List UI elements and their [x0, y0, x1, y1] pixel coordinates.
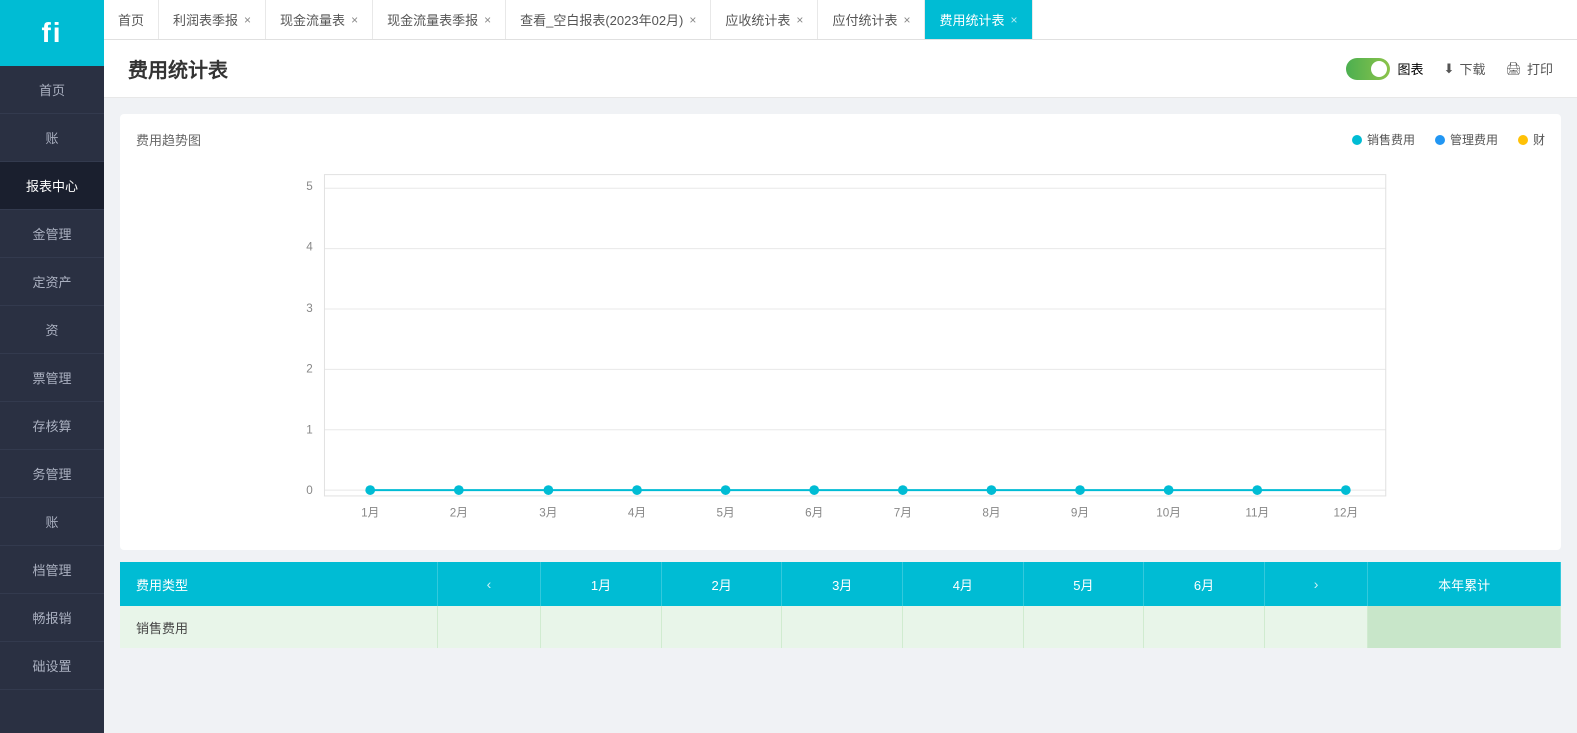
page-content: 费用统计表 图表 ⬇ 下载 🖨 打印 费用趋势图	[104, 40, 1577, 733]
row-cell-cumulative	[1368, 606, 1561, 648]
sidebar-logo: fi	[0, 0, 104, 66]
svg-text:12月: 12月	[1334, 506, 1359, 519]
table-section: 费用类型 ‹ 1月 2月 3月 4月 5月 6月 ›	[120, 562, 1561, 648]
svg-text:7月: 7月	[894, 506, 912, 519]
col-type: 费用类型	[120, 562, 437, 606]
legend-dot-admin	[1435, 135, 1445, 145]
header-actions: 图表 ⬇ 下载 🖨 打印	[1346, 58, 1553, 80]
row-type-sales: 销售费用	[120, 606, 437, 648]
tab-cashflow[interactable]: 现金流量表 ×	[266, 0, 373, 39]
tab-close-blank[interactable]: ×	[689, 13, 696, 27]
download-icon: ⬇	[1444, 61, 1455, 77]
sidebar-item-assets[interactable]: 定资产	[0, 258, 104, 306]
svg-text:5月: 5月	[717, 506, 735, 519]
tab-home[interactable]: 首页	[104, 0, 159, 39]
svg-text:10月: 10月	[1156, 506, 1181, 519]
svg-text:4: 4	[306, 241, 313, 254]
legend-dot-sales	[1352, 135, 1362, 145]
sidebar-item-inventory[interactable]: 存核算	[0, 402, 104, 450]
sidebar-item-service[interactable]: 务管理	[0, 450, 104, 498]
svg-text:8月: 8月	[982, 506, 1000, 519]
row-cell-m5	[1023, 606, 1144, 648]
svg-text:3月: 3月	[539, 506, 557, 519]
svg-text:4月: 4月	[628, 506, 646, 519]
print-button[interactable]: 🖨 打印	[1505, 59, 1553, 78]
tab-close-cashflow-q[interactable]: ×	[484, 13, 491, 27]
page-header: 费用统计表 图表 ⬇ 下载 🖨 打印	[104, 40, 1577, 98]
tab-close-payable[interactable]: ×	[903, 13, 910, 27]
legend-label-sales: 销售费用	[1367, 131, 1415, 148]
svg-text:9月: 9月	[1071, 506, 1089, 519]
sidebar-item-archive[interactable]: 档管理	[0, 546, 104, 594]
col-cumulative: 本年累计	[1368, 562, 1561, 606]
col-month-6: 6月	[1144, 562, 1265, 606]
sidebar-item-ledger[interactable]: 账	[0, 498, 104, 546]
col-month-4: 4月	[903, 562, 1024, 606]
page-title: 费用统计表	[128, 54, 228, 83]
row-cell-m1	[541, 606, 662, 648]
svg-text:6月: 6月	[805, 506, 823, 519]
svg-text:3: 3	[306, 302, 313, 315]
tab-payable[interactable]: 应付统计表 ×	[818, 0, 925, 39]
sidebar: fi 首页 账 报表中心 金管理 定资产 资 票管理 存核算 务管理 账 档管理…	[0, 0, 104, 733]
row-cell-m4	[903, 606, 1024, 648]
chart-toggle-label: 图表	[1398, 59, 1424, 78]
col-month-2: 2月	[661, 562, 782, 606]
legend-label-admin: 管理费用	[1450, 131, 1498, 148]
chart-title: 费用趋势图	[136, 130, 201, 149]
sidebar-item-invoice[interactable]: 票管理	[0, 354, 104, 402]
chart-toggle-group: 图表	[1346, 58, 1424, 80]
chart-container: 费用趋势图 销售费用 管理费用 财	[120, 114, 1561, 550]
svg-text:2月: 2月	[450, 506, 468, 519]
svg-text:0: 0	[306, 484, 313, 497]
legend-sales: 销售费用	[1352, 131, 1415, 148]
sidebar-item-expense[interactable]: 畅报销	[0, 594, 104, 642]
col-month-5: 5月	[1023, 562, 1144, 606]
sidebar-item-settings[interactable]: 础设置	[0, 642, 104, 690]
row-cell-m6	[1144, 606, 1265, 648]
tab-bar: 首页 利润表季报 × 现金流量表 × 现金流量表季报 × 查看_空白报表(202…	[104, 0, 1577, 40]
chart-header: 费用趋势图 销售费用 管理费用 财	[136, 130, 1545, 149]
legend-admin: 管理费用	[1435, 131, 1498, 148]
tab-receivable[interactable]: 应收统计表 ×	[711, 0, 818, 39]
chart-toggle[interactable]	[1346, 58, 1390, 80]
svg-text:2: 2	[306, 362, 313, 375]
tab-close-profit[interactable]: ×	[244, 13, 251, 27]
sidebar-item-home[interactable]: 首页	[0, 66, 104, 114]
svg-text:11月: 11月	[1245, 506, 1269, 519]
tab-close-cashflow[interactable]: ×	[351, 13, 358, 27]
tab-expense[interactable]: 费用统计表 ×	[925, 0, 1032, 39]
row-cell-empty	[437, 606, 540, 648]
print-icon: 🖨	[1505, 61, 1522, 77]
chart-legend: 销售费用 管理费用 财	[1352, 131, 1545, 148]
tab-profit-quarterly[interactable]: 利润表季报 ×	[159, 0, 266, 39]
line-chart: 5 4 3 2 1 0	[136, 161, 1545, 531]
row-cell-m3	[782, 606, 903, 648]
download-button[interactable]: ⬇ 下载	[1444, 59, 1486, 78]
table-row: 销售费用	[120, 606, 1561, 648]
sidebar-item-capital[interactable]: 资	[0, 306, 104, 354]
expense-table: 费用类型 ‹ 1月 2月 3月 4月 5月 6月 ›	[120, 562, 1561, 648]
col-nav-prev[interactable]: ‹	[437, 562, 540, 606]
row-cell-nav	[1264, 606, 1367, 648]
svg-text:1: 1	[306, 424, 313, 437]
col-nav-next[interactable]: ›	[1264, 562, 1367, 606]
legend-finance: 财	[1518, 131, 1545, 148]
sidebar-item-reports[interactable]: 报表中心	[0, 162, 104, 210]
legend-label-finance: 财	[1533, 131, 1545, 148]
chart-svg-wrapper: 5 4 3 2 1 0	[136, 161, 1545, 534]
col-month-3: 3月	[782, 562, 903, 606]
main-area: 首页 利润表季报 × 现金流量表 × 现金流量表季报 × 查看_空白报表(202…	[104, 0, 1577, 733]
legend-dot-finance	[1518, 135, 1528, 145]
sidebar-item-account[interactable]: 账	[0, 114, 104, 162]
tab-blank-report[interactable]: 查看_空白报表(2023年02月) ×	[506, 0, 711, 39]
sidebar-item-cash[interactable]: 金管理	[0, 210, 104, 258]
svg-text:5: 5	[306, 180, 313, 193]
row-cell-m2	[661, 606, 782, 648]
tab-close-expense[interactable]: ×	[1010, 13, 1017, 27]
tab-cashflow-quarterly[interactable]: 现金流量表季报 ×	[373, 0, 506, 39]
col-month-1: 1月	[541, 562, 662, 606]
svg-text:1月: 1月	[361, 506, 379, 519]
tab-close-receivable[interactable]: ×	[796, 13, 803, 27]
